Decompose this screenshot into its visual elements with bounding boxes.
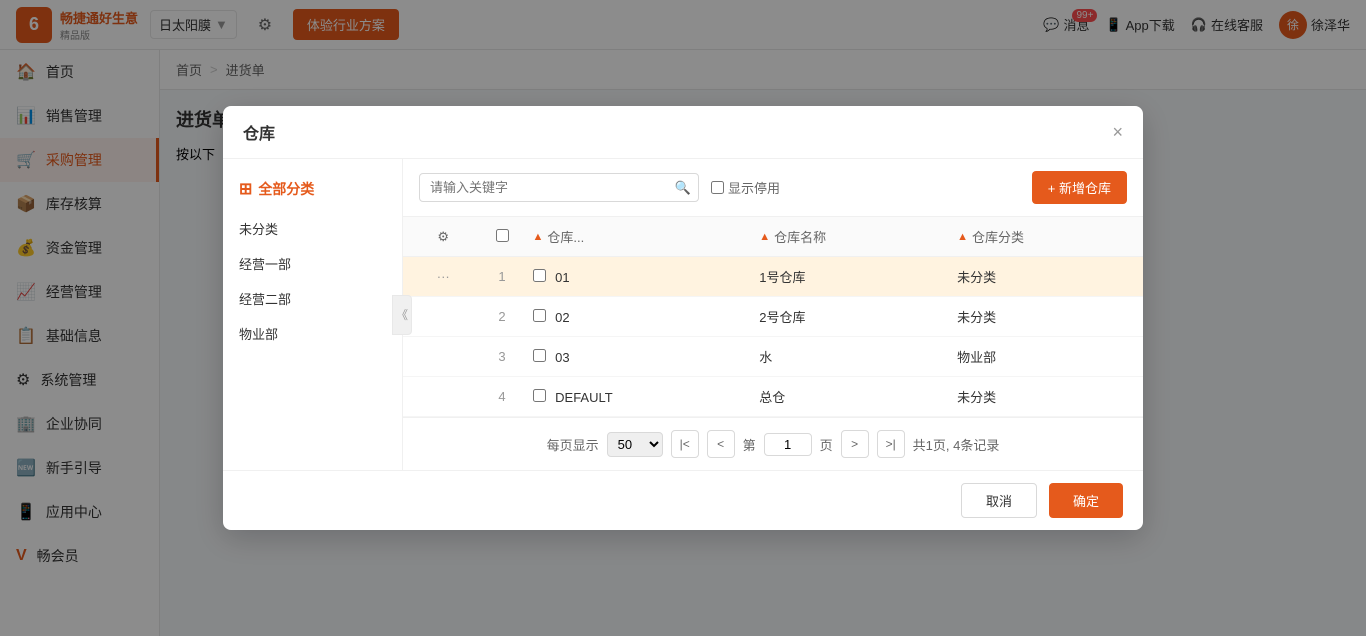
row-actions-4[interactable]	[403, 377, 484, 417]
search-bar: 🔍 显示停用 + 新增仓库	[403, 159, 1143, 217]
search-input[interactable]	[419, 173, 699, 202]
all-category-item[interactable]: ⊞ 全部分类	[223, 171, 402, 211]
col-name-label: 仓库名称	[774, 227, 826, 246]
confirm-button[interactable]: 确定	[1049, 483, 1123, 518]
category-panel: ⊞ 全部分类 未分类 经营一部 经营二部 物业部 《	[223, 159, 403, 470]
sort-icon-cat: ▲	[957, 231, 968, 243]
dialog-title: 仓库	[243, 120, 275, 144]
more-icon[interactable]: ···	[437, 269, 450, 284]
col-name-sort[interactable]: ▲ 仓库名称	[759, 227, 933, 246]
col-category-header[interactable]: ▲ 仓库分类	[945, 217, 1143, 257]
per-page-label: 每页显示	[547, 435, 599, 454]
row-1-name: 1号仓库	[747, 257, 945, 297]
show-disabled-label[interactable]: 显示停用	[711, 178, 780, 197]
category-item-3[interactable]: 物业部	[223, 316, 402, 351]
row-3-category: 物业部	[945, 337, 1143, 377]
row-4-code: DEFAULT	[521, 377, 748, 417]
close-icon[interactable]: ×	[1112, 123, 1123, 141]
row-1-category: 未分类	[945, 257, 1143, 297]
per-page-select[interactable]: 50 20 100	[607, 432, 663, 457]
col-code-label: 仓库...	[547, 227, 584, 246]
row-2-name: 2号仓库	[747, 297, 945, 337]
modal-overlay[interactable]: 仓库 × ⊞ 全部分类 未分类 经营一部 经营二部 物业部 《	[0, 0, 1366, 636]
show-disabled-checkbox[interactable]	[711, 181, 724, 194]
page-unit: 页	[820, 435, 833, 454]
show-disabled-text: 显示停用	[728, 178, 780, 197]
warehouse-dialog: 仓库 × ⊞ 全部分类 未分类 经营一部 经营二部 物业部 《	[223, 106, 1143, 530]
col-checkbox-header[interactable]	[484, 217, 521, 257]
sort-icon: ▲	[533, 231, 544, 243]
table-row[interactable]: ··· 1 01 1号仓库 未分类	[403, 257, 1143, 297]
page-label: 第	[743, 435, 756, 454]
category-item-2[interactable]: 经营二部	[223, 281, 402, 316]
first-page-button[interactable]: |<	[671, 430, 699, 458]
next-page-button[interactable]: >	[841, 430, 869, 458]
total-info: 共1页, 4条记录	[913, 435, 1000, 454]
row-2-category: 未分类	[945, 297, 1143, 337]
row-actions-1[interactable]: ···	[403, 257, 484, 297]
row-num-3: 3	[484, 337, 521, 377]
table-row[interactable]: 4 DEFAULT 总仓 未分类	[403, 377, 1143, 417]
category-item-0[interactable]: 未分类	[223, 211, 402, 246]
warehouse-table: ⚙ ▲ 仓库... ▲	[403, 217, 1143, 417]
row-num-4: 4	[484, 377, 521, 417]
table-body: ··· 1 01 1号仓库 未分类 2 02 2号仓库	[403, 257, 1143, 417]
row-4-name: 总仓	[747, 377, 945, 417]
grid-icon: ⊞	[239, 179, 252, 199]
warehouse-table-wrap: ⚙ ▲ 仓库... ▲	[403, 217, 1143, 417]
row-num-1: 1	[484, 257, 521, 297]
dialog-footer: 取消 确定	[223, 470, 1143, 530]
row-4-checkbox[interactable]	[533, 389, 546, 402]
last-page-button[interactable]: >|	[877, 430, 905, 458]
row-2-checkbox[interactable]	[533, 309, 546, 322]
col-gear[interactable]: ⚙	[403, 217, 484, 257]
col-category-sort[interactable]: ▲ 仓库分类	[957, 227, 1131, 246]
col-code-header[interactable]: ▲ 仓库...	[521, 217, 748, 257]
row-3-code: 03	[521, 337, 748, 377]
table-header: ⚙ ▲ 仓库... ▲	[403, 217, 1143, 257]
table-row[interactable]: 3 03 水 物业部	[403, 337, 1143, 377]
select-all-checkbox[interactable]	[496, 229, 509, 242]
search-icon[interactable]: 🔍	[675, 180, 691, 196]
col-name-header[interactable]: ▲ 仓库名称	[747, 217, 945, 257]
row-1-code: 01	[521, 257, 748, 297]
row-1-checkbox[interactable]	[533, 269, 546, 282]
dialog-body: ⊞ 全部分类 未分类 经营一部 经营二部 物业部 《 🔍	[223, 159, 1143, 470]
col-category-label: 仓库分类	[972, 227, 1024, 246]
dialog-header: 仓库 ×	[223, 106, 1143, 159]
row-3-checkbox[interactable]	[533, 349, 546, 362]
prev-page-button[interactable]: <	[707, 430, 735, 458]
pagination: 每页显示 50 20 100 |< < 第 页 > >| 共1页, 4条记录	[403, 417, 1143, 470]
search-input-wrap: 🔍	[419, 173, 699, 202]
row-num-2: 2	[484, 297, 521, 337]
new-warehouse-button[interactable]: + 新增仓库	[1032, 171, 1127, 204]
sort-icon-name: ▲	[759, 231, 770, 243]
collapse-button[interactable]: 《	[392, 295, 412, 335]
row-4-category: 未分类	[945, 377, 1143, 417]
table-row[interactable]: 2 02 2号仓库 未分类	[403, 297, 1143, 337]
row-actions-2[interactable]	[403, 297, 484, 337]
row-3-name: 水	[747, 337, 945, 377]
category-item-1[interactable]: 经营一部	[223, 246, 402, 281]
page-input[interactable]	[764, 433, 812, 456]
row-actions-3[interactable]	[403, 337, 484, 377]
col-code-sort[interactable]: ▲ 仓库...	[533, 227, 736, 246]
row-2-code: 02	[521, 297, 748, 337]
all-category-label: 全部分类	[258, 179, 314, 199]
table-panel: 🔍 显示停用 + 新增仓库 ⚙	[403, 159, 1143, 470]
cancel-button[interactable]: 取消	[961, 483, 1037, 518]
